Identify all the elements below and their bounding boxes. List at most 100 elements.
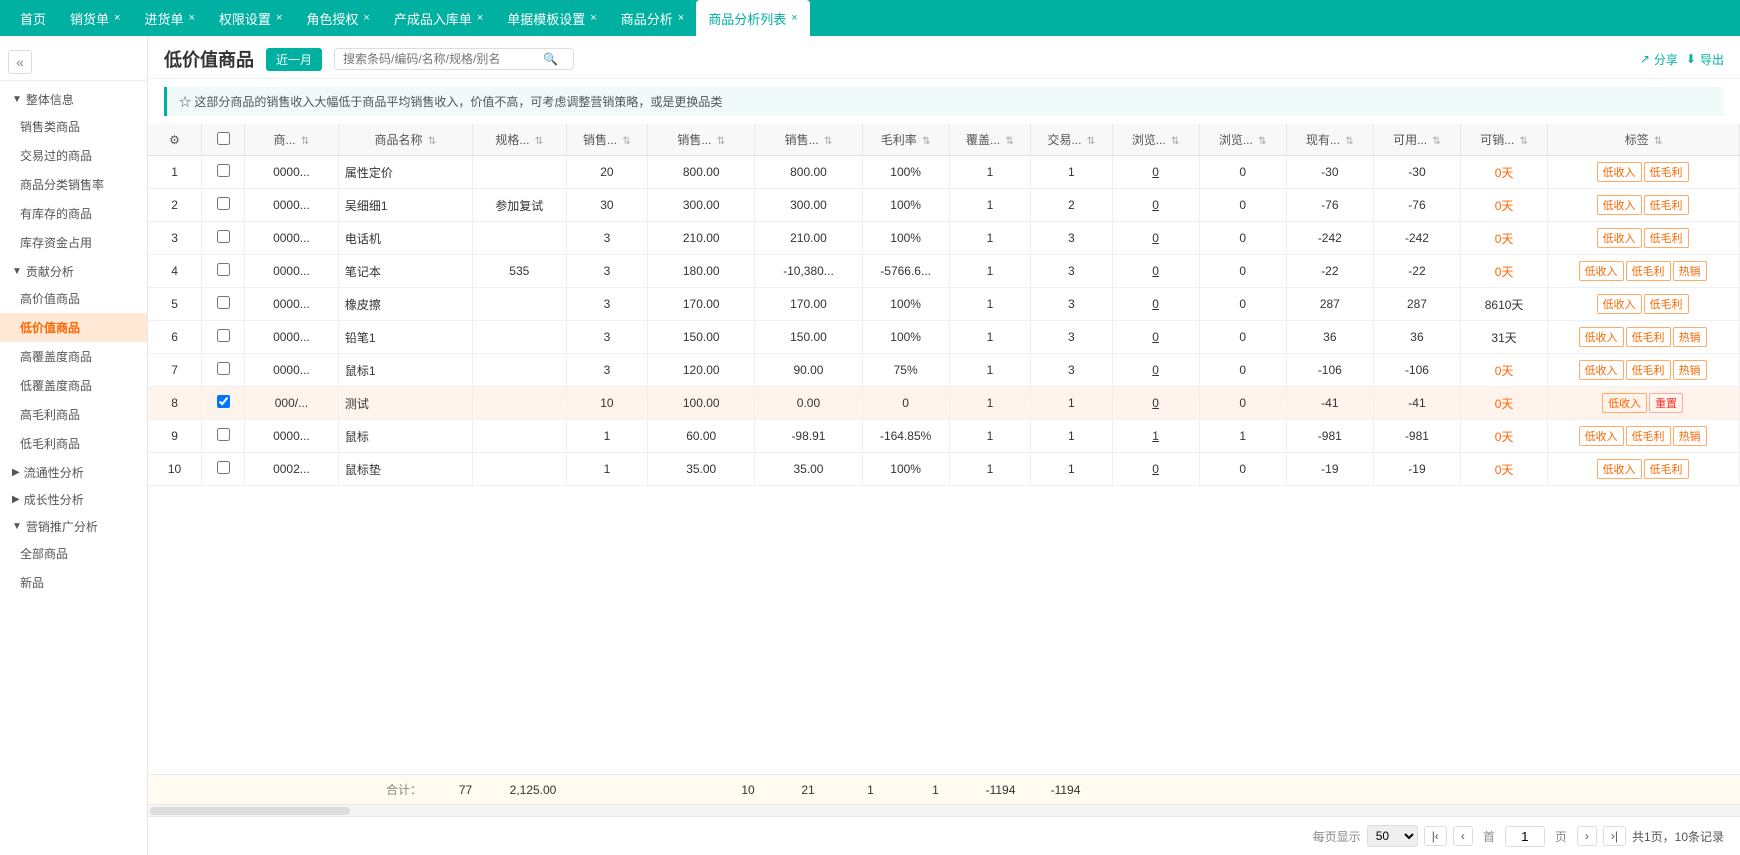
- browse1-link[interactable]: 0: [1152, 330, 1159, 344]
- row-browse2: 1: [1199, 420, 1286, 453]
- next-page-btn[interactable]: ›: [1577, 826, 1597, 846]
- nav-home[interactable]: 首页: [8, 0, 58, 36]
- close-product-analysis[interactable]: ×: [678, 12, 684, 24]
- browse1-link[interactable]: 0: [1152, 396, 1159, 410]
- date-filter-btn[interactable]: 近一月: [266, 48, 322, 71]
- row-checkbox[interactable]: [217, 362, 230, 375]
- browse1-link[interactable]: 0: [1152, 297, 1159, 311]
- sidebar-item-sales-category[interactable]: 销售类商品: [0, 112, 147, 141]
- nav-template-settings[interactable]: 单据模板设置 ×: [495, 0, 608, 36]
- nav-product-analysis[interactable]: 商品分析 ×: [609, 0, 696, 36]
- row-tags: 低收入低毛利: [1548, 222, 1740, 255]
- close-purchase-order[interactable]: ×: [188, 12, 194, 24]
- sidebar-item-low-profit[interactable]: 低毛利商品: [0, 429, 147, 458]
- row-tags: 低收入低毛利热销: [1548, 420, 1740, 453]
- sidebar-section-circulation[interactable]: ▶流通性分析: [0, 458, 147, 485]
- settings-icon[interactable]: ⚙: [169, 133, 180, 147]
- row-spec: [472, 321, 566, 354]
- sidebar-item-traded[interactable]: 交易过的商品: [0, 141, 147, 170]
- sidebar-item-low-value[interactable]: 低价值商品: [0, 313, 147, 342]
- nav-purchase-order[interactable]: 进货单 ×: [132, 0, 206, 36]
- nav-product-analysis-list[interactable]: 商品分析列表 ×: [696, 0, 809, 36]
- close-role-auth[interactable]: ×: [363, 12, 369, 24]
- close-permission[interactable]: ×: [276, 12, 282, 24]
- browse1-link[interactable]: 0: [1152, 264, 1159, 278]
- sidebar-item-high-value[interactable]: 高价值商品: [0, 284, 147, 313]
- tag-低收入: 低收入: [1579, 327, 1624, 347]
- row-current: -19: [1286, 453, 1373, 486]
- th-profit: 毛利率 ⇅: [862, 124, 949, 156]
- close-product-analysis-list[interactable]: ×: [791, 12, 797, 24]
- close-sales-order[interactable]: ×: [114, 12, 120, 24]
- browse1-link[interactable]: 1: [1152, 429, 1159, 443]
- total-info: 共1页，10条记录: [1632, 828, 1724, 845]
- export-icon: ⬇: [1686, 52, 1696, 66]
- row-checkbox[interactable]: [217, 296, 230, 309]
- page-input[interactable]: [1505, 826, 1545, 847]
- sidebar-section-overall[interactable]: ▼整体信息: [0, 85, 147, 112]
- row-checkbox[interactable]: [217, 329, 230, 342]
- nav-sales-order[interactable]: 销货单 ×: [58, 0, 132, 36]
- row-checkbox[interactable]: [217, 263, 230, 276]
- row-avail: 287: [1373, 288, 1460, 321]
- row-checkbox[interactable]: [217, 461, 230, 474]
- nav-product-instock[interactable]: 产成品入库单 ×: [382, 0, 495, 36]
- row-sale-amt: 100.00: [648, 387, 755, 420]
- per-page-select[interactable]: 50 100 200: [1367, 825, 1418, 847]
- row-num: 7: [148, 354, 202, 387]
- table-row: 6 0000... 铅笔1 3 150.00 150.00 100% 1 3 0…: [148, 321, 1740, 354]
- search-icon[interactable]: 🔍: [543, 52, 558, 66]
- last-page-btn[interactable]: ›|: [1603, 826, 1626, 846]
- sidebar-section-marketing[interactable]: ▼营销推广分析: [0, 512, 147, 539]
- row-checkbox[interactable]: [217, 428, 230, 441]
- first-page-btn[interactable]: |‹: [1424, 826, 1447, 846]
- row-txn: 2: [1031, 189, 1112, 222]
- browse1-link[interactable]: 0: [1152, 462, 1159, 476]
- nav-permission[interactable]: 权限设置 ×: [207, 0, 294, 36]
- sidebar-item-low-coverage[interactable]: 低覆盖度商品: [0, 371, 147, 400]
- sidebar-item-high-coverage[interactable]: 高覆盖度商品: [0, 342, 147, 371]
- sidebar-section-contribution[interactable]: ▼贡献分析: [0, 257, 147, 284]
- sidebar-item-stock-capital[interactable]: 库存资金占用: [0, 228, 147, 257]
- horizontal-scrollbar[interactable]: [148, 804, 1740, 816]
- row-num: 2: [148, 189, 202, 222]
- sidebar-collapse-btn[interactable]: «: [8, 50, 32, 74]
- row-sale-amt: 300.00: [648, 189, 755, 222]
- browse1-link[interactable]: 0: [1152, 198, 1159, 212]
- select-all-checkbox[interactable]: [217, 132, 230, 145]
- row-sellable: 0天: [1461, 222, 1548, 255]
- share-btn[interactable]: ↗ 分享: [1640, 51, 1678, 68]
- prev-page-btn[interactable]: ‹: [1453, 826, 1473, 846]
- sidebar-item-in-stock[interactable]: 有库存的商品: [0, 199, 147, 228]
- close-template-settings[interactable]: ×: [590, 12, 596, 24]
- th-avail: 可用... ⇅: [1373, 124, 1460, 156]
- row-checkbox[interactable]: [217, 164, 230, 177]
- th-checkbox: [202, 124, 245, 156]
- th-current: 现有... ⇅: [1286, 124, 1373, 156]
- row-spec: [472, 354, 566, 387]
- row-sellable: 0天: [1461, 156, 1548, 189]
- browse1-link[interactable]: 0: [1152, 231, 1159, 245]
- browse1-link[interactable]: 0: [1152, 363, 1159, 377]
- sidebar-item-category-rate[interactable]: 商品分类销售率: [0, 170, 147, 199]
- sidebar-item-new-products[interactable]: 新品: [0, 568, 147, 597]
- sidebar-section-growth[interactable]: ▶成长性分析: [0, 485, 147, 512]
- browse1-link[interactable]: 0: [1152, 165, 1159, 179]
- row-num: 10: [148, 453, 202, 486]
- sidebar-item-all-products[interactable]: 全部商品: [0, 539, 147, 568]
- row-coverage: 1: [949, 354, 1030, 387]
- row-num: 9: [148, 420, 202, 453]
- nav-role-auth[interactable]: 角色授权 ×: [294, 0, 381, 36]
- row-checkbox[interactable]: [217, 230, 230, 243]
- row-checkbox[interactable]: [217, 395, 230, 408]
- table-container[interactable]: ⚙ 商... ⇅ 商品名称 ⇅ 规格... ⇅ 销售... ⇅ 销售... ⇅ …: [148, 124, 1740, 774]
- export-btn[interactable]: ⬇ 导出: [1686, 51, 1724, 68]
- close-product-instock[interactable]: ×: [477, 12, 483, 24]
- row-sellable: 0天: [1461, 354, 1548, 387]
- row-checkbox[interactable]: [217, 197, 230, 210]
- th-sale-amt: 销售... ⇅: [648, 124, 755, 156]
- row-code: 0000...: [245, 156, 339, 189]
- row-txn: 3: [1031, 354, 1112, 387]
- sidebar-item-high-profit[interactable]: 高毛利商品: [0, 400, 147, 429]
- search-input[interactable]: [343, 52, 543, 66]
